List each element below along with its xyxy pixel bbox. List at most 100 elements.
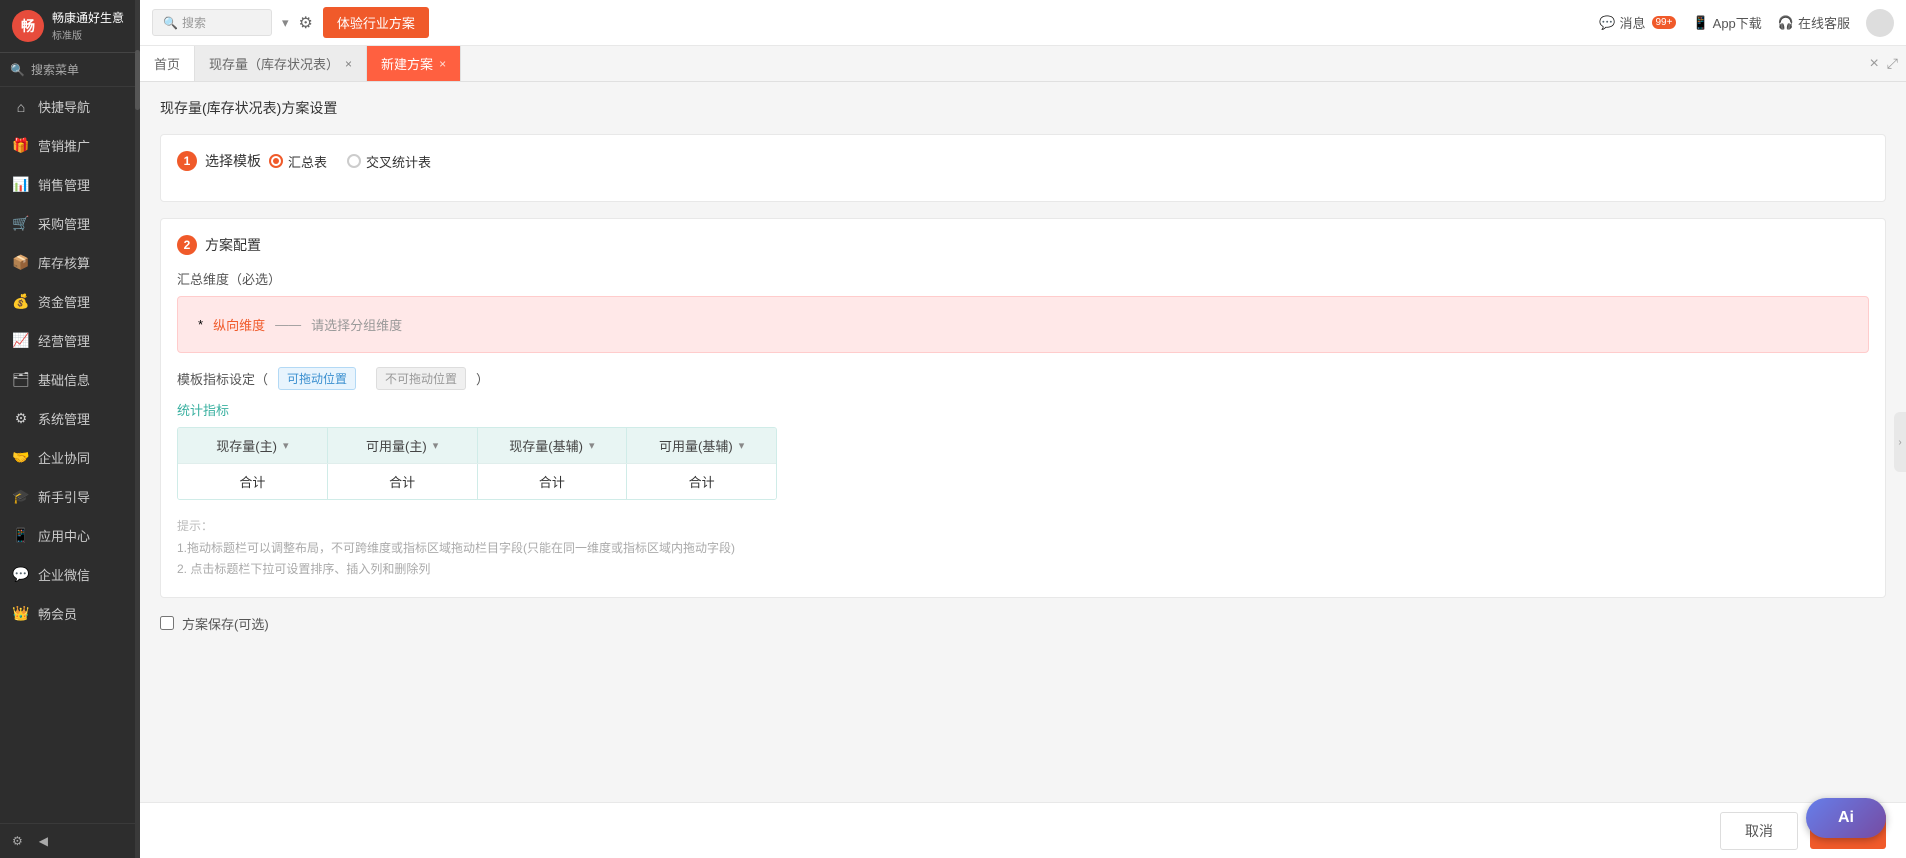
sidebar-item-sales[interactable]: 📊 销售管理: [0, 165, 140, 204]
indicator-section: 模板指标设定（ 可拖动位置 不可拖动位置 ）: [177, 367, 1869, 390]
sidebar-search[interactable]: 🔍 搜索菜单: [0, 53, 140, 87]
tab-inventory-close[interactable]: ×: [345, 57, 352, 71]
tab-expand-icon[interactable]: ⤢: [1887, 55, 1898, 72]
stats-header-row: 现存量(主) ▾ 可用量(主) ▾ 现存量(基辅) ▾ 可用量(基辅): [178, 428, 776, 463]
topbar-right: 💬 消息 99+ 📱 App下载 🎧 在线客服: [1599, 9, 1894, 37]
tab-home-label: 首页: [154, 54, 180, 73]
tabbar: 首页 现存量（库存状况表） × 新建方案 × × ⤢: [140, 46, 1906, 82]
online-service-item[interactable]: 🎧 在线客服: [1778, 13, 1850, 32]
indicator-label-text: 模板指标设定（: [177, 369, 268, 388]
tab-new-plan[interactable]: 新建方案 ×: [367, 46, 461, 81]
sidebar-item-label: 企业微信: [38, 565, 90, 584]
stats-col2-data: 合计: [328, 464, 478, 499]
tab-new-plan-close[interactable]: ×: [439, 57, 446, 71]
online-service-label: 在线客服: [1798, 13, 1850, 32]
sidebar-item-label: 库存核算: [38, 253, 90, 272]
col4-chevron: ▾: [739, 439, 745, 452]
hint-item-2: 2. 点击标题栏下拉可设置排序、插入列和删除列: [177, 559, 1869, 581]
sidebar-item-purchase[interactable]: 🛒 采购管理: [0, 204, 140, 243]
money-icon: 💰: [12, 293, 30, 311]
collapse-icon[interactable]: ◀: [39, 834, 48, 848]
col3-chevron: ▾: [589, 439, 595, 452]
sidebar-item-membership[interactable]: 👑 畅会员: [0, 594, 140, 633]
stats-title: 统计指标: [177, 400, 1869, 419]
radio-cross[interactable]: 交叉统计表: [347, 152, 431, 171]
sidebar-item-basic-info[interactable]: 🗂 基础信息: [0, 360, 140, 399]
stats-col2-header[interactable]: 可用量(主) ▾: [328, 428, 478, 463]
sidebar-item-label: 快捷导航: [38, 97, 90, 116]
tab-inventory-label: 现存量（库存状况表）: [209, 54, 339, 73]
topbar-search-box[interactable]: 🔍 搜索: [152, 9, 272, 36]
app-version: 标准版: [52, 27, 124, 42]
user-avatar[interactable]: [1866, 9, 1894, 37]
step1-section: 1 选择模板 汇总表 交叉统计表: [160, 134, 1886, 202]
mobile-icon: 📱: [1692, 15, 1708, 31]
app-name: 畅康通好生意: [52, 10, 124, 27]
dimension-row: * 纵向维度 —— 请选择分组维度: [198, 315, 1848, 334]
tab-inventory-status[interactable]: 现存量（库存状况表） ×: [195, 46, 367, 81]
step1-header: 1 选择模板 汇总表 交叉统计表: [177, 151, 1869, 171]
chat-icon: 💬: [12, 566, 30, 584]
col2-chevron: ▾: [433, 439, 439, 452]
sidebar-item-enterprise[interactable]: 🤝 企业协同: [0, 438, 140, 477]
sidebar-item-quick-nav[interactable]: ⌂ 快捷导航: [0, 87, 140, 126]
phone-icon: 📱: [12, 527, 30, 545]
crown-icon: 👑: [12, 605, 30, 623]
radio-summary[interactable]: 汇总表: [269, 152, 327, 171]
messages-label: 消息: [1619, 13, 1645, 32]
save-option-row: 方案保存(可选): [160, 614, 1886, 633]
sidebar-item-label: 畅会员: [38, 604, 77, 623]
hint-title: 提示：: [177, 519, 213, 533]
stats-col4-header[interactable]: 可用量(基辅) ▾: [627, 428, 776, 463]
ai-float-button[interactable]: Ai: [1806, 798, 1886, 838]
sidebar-item-wechat[interactable]: 💬 企业微信: [0, 555, 140, 594]
draggable-badge: 可拖动位置: [278, 367, 356, 390]
dimension-area: * 纵向维度 —— 请选择分组维度: [177, 296, 1869, 353]
stats-data-row: 合计 合计 合计 合计: [178, 463, 776, 499]
stats-col3-header[interactable]: 现存量(基辅) ▾: [478, 428, 628, 463]
sidebar-item-operations[interactable]: 📈 经营管理: [0, 321, 140, 360]
indicator-label: 模板指标设定（ 可拖动位置 不可拖动位置 ）: [177, 367, 1869, 390]
vertical-dim-label: 纵向维度: [213, 315, 265, 334]
stats-col1-data: 合计: [178, 464, 328, 499]
save-label: 方案保存(可选): [182, 614, 269, 633]
messages-item[interactable]: 💬 消息 99+: [1599, 13, 1676, 32]
col1-chevron: ▾: [283, 439, 289, 452]
gift-icon: 🎁: [12, 137, 30, 155]
search-icon: 🔍: [10, 63, 25, 77]
stats-col1-header[interactable]: 现存量(主) ▾: [178, 428, 328, 463]
sidebar-item-marketing[interactable]: 🎁 营销推广: [0, 126, 140, 165]
col2-label: 可用量(主): [366, 436, 427, 455]
topbar-dropdown-icon[interactable]: ▾: [282, 15, 289, 31]
topbar-search-icon: 🔍: [163, 16, 178, 30]
required-mark: *: [198, 317, 203, 332]
sidebar-item-label: 新手引导: [38, 487, 90, 506]
dim-placeholder: 请选择分组维度: [311, 315, 402, 334]
step1-badge: 1: [177, 151, 197, 171]
right-edge-bar[interactable]: ›: [1894, 412, 1906, 472]
chart-icon: 📊: [12, 176, 30, 194]
save-checkbox[interactable]: [160, 616, 174, 630]
content-area: 现存量(库存状况表)方案设置 1 选择模板 汇总表 交叉统计表: [140, 82, 1906, 802]
radio-cross-dot: [347, 154, 361, 168]
sidebar-item-app-center[interactable]: 📱 应用中心: [0, 516, 140, 555]
headset-icon: 🎧: [1778, 15, 1794, 31]
sidebar-item-label: 应用中心: [38, 526, 90, 545]
cancel-button[interactable]: 取消: [1720, 812, 1798, 850]
topbar-settings-icon[interactable]: ⚙: [299, 13, 313, 33]
tab-close-icon[interactable]: ×: [1869, 55, 1878, 73]
sidebar-item-inventory[interactable]: 📦 库存核算: [0, 243, 140, 282]
topbar-search-placeholder: 搜索: [182, 14, 206, 31]
template-radio-group: 汇总表 交叉统计表: [269, 152, 431, 171]
stats-table: 现存量(主) ▾ 可用量(主) ▾ 现存量(基辅) ▾ 可用量(基辅): [177, 427, 777, 500]
sidebar-item-finance[interactable]: 💰 资金管理: [0, 282, 140, 321]
tab-home[interactable]: 首页: [140, 46, 195, 81]
settings-icon[interactable]: ⚙: [12, 834, 23, 848]
app-download-item[interactable]: 📱 App下载: [1692, 13, 1761, 32]
sidebar-bottom: ⚙ ◀: [0, 823, 140, 858]
sidebar-item-system[interactable]: ⚙ 系统管理: [0, 399, 140, 438]
industry-plan-button[interactable]: 体验行业方案: [323, 7, 429, 38]
sidebar-item-newbie[interactable]: 🎓 新手引导: [0, 477, 140, 516]
step2-section: 2 方案配置 汇总维度（必选） * 纵向维度 —— 请选择分组维度 模板指标设定…: [160, 218, 1886, 598]
dim-dash: ——: [275, 317, 301, 332]
